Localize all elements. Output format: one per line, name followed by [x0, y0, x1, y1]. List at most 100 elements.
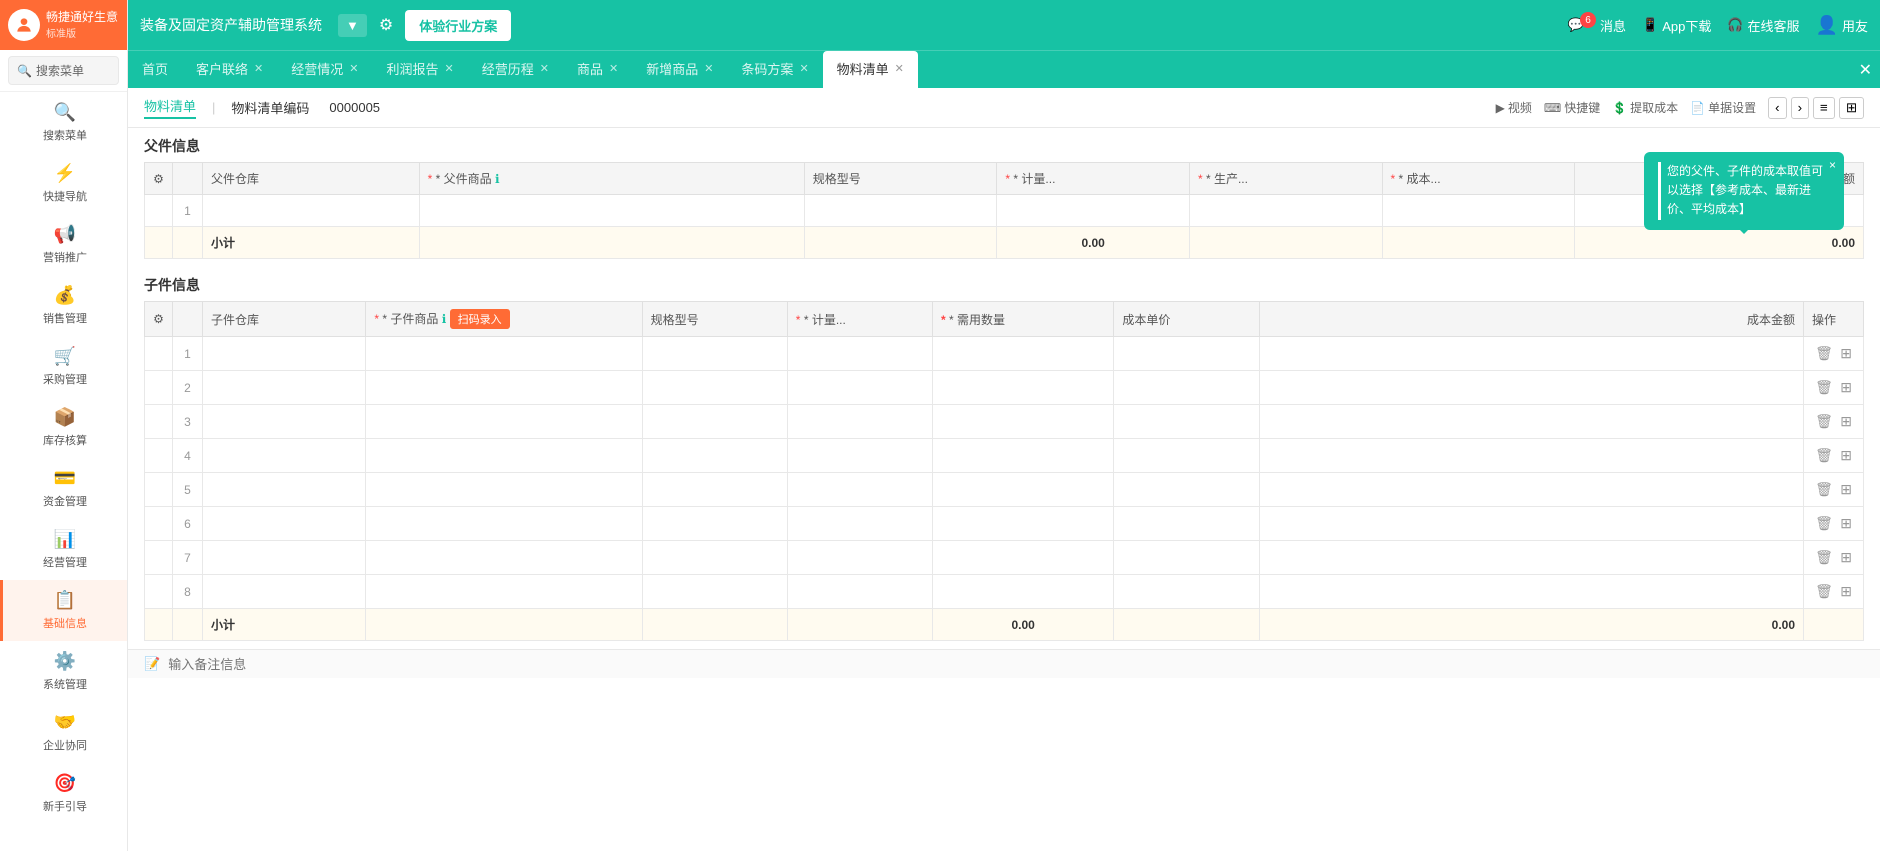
sidebar-item-purchase[interactable]: 🛒采购管理 [0, 336, 127, 397]
tab-close-goods[interactable]: ✕ [609, 62, 618, 75]
sidebar-item-quicknav[interactable]: ⚡快捷导航 [0, 153, 127, 214]
tab-close-operations[interactable]: ✕ [349, 62, 358, 75]
sidebar-item-search[interactable]: 🔍搜索菜单 [0, 92, 127, 153]
child-row1-unit-cost[interactable] [1114, 337, 1259, 371]
child-row5-quantity[interactable] [932, 473, 1113, 507]
child-row6-unit-cost[interactable] [1114, 507, 1259, 541]
app-download-btn[interactable]: 📱 App下载 [1642, 16, 1711, 35]
child-row8-goods[interactable] [366, 575, 642, 609]
sidebar-item-marketing[interactable]: 📢营销推广 [0, 214, 127, 275]
service-btn[interactable]: 🎧 在线客服 [1727, 16, 1799, 35]
child-row3-unit-cost[interactable] [1114, 405, 1259, 439]
scan-input-btn[interactable]: 扫码录入 [450, 309, 510, 329]
shortcut-btn[interactable]: ⌨ 快捷键 [1544, 99, 1600, 116]
cost-extract-btn[interactable]: 💲 提取成本 [1612, 99, 1678, 116]
child-row2-spec[interactable] [642, 371, 787, 405]
child-row2-unit[interactable] [787, 371, 932, 405]
tab-close-newgoods[interactable]: ✕ [704, 62, 713, 75]
sidebar-item-system[interactable]: ⚙️系统管理 [0, 641, 127, 702]
child-row1-warehouse[interactable] [203, 337, 366, 371]
search-menu-button[interactable]: 🔍 搜索菜单 [8, 56, 119, 85]
settings-icon[interactable]: ⚙ [153, 172, 164, 186]
tab-close-history[interactable]: ✕ [540, 62, 549, 75]
child-row3-copy-btn[interactable]: ⊞ [1838, 411, 1854, 432]
child-row7-spec[interactable] [642, 541, 787, 575]
child-row2-quantity[interactable] [932, 371, 1113, 405]
child-row1-copy-btn[interactable]: ⊞ [1838, 343, 1854, 364]
child-row6-copy-btn[interactable]: ⊞ [1838, 513, 1854, 534]
sidebar-item-sales[interactable]: 💰销售管理 [0, 275, 127, 336]
child-row5-spec[interactable] [642, 473, 787, 507]
tooltip-close-btn[interactable]: × [1829, 156, 1836, 175]
sidebar-item-enterprise[interactable]: 🤝企业协同 [0, 702, 127, 763]
breadcrumb-bom-list[interactable]: 物料清单 [144, 96, 196, 119]
nav-tab-profit[interactable]: 利润报告✕ [372, 51, 467, 88]
sidebar-item-guide[interactable]: 🎯新手引导 [0, 763, 127, 824]
child-row4-copy-btn[interactable]: ⊞ [1838, 445, 1854, 466]
child-row4-warehouse[interactable] [203, 439, 366, 473]
nav-tab-bom[interactable]: 物料清单✕ [823, 51, 918, 88]
nav-tab-operations[interactable]: 经营情况✕ [277, 51, 372, 88]
nav-tab-customers[interactable]: 客户联络✕ [182, 51, 277, 88]
child-row1-goods[interactable] [366, 337, 642, 371]
parent-row1-unit[interactable] [997, 195, 1190, 227]
child-row8-unit-cost[interactable] [1114, 575, 1259, 609]
child-row2-unit-cost[interactable] [1114, 371, 1259, 405]
child-row4-goods[interactable] [366, 439, 642, 473]
remark-input[interactable] [168, 657, 1864, 672]
child-row5-unit-cost[interactable] [1114, 473, 1259, 507]
child-row6-spec[interactable] [642, 507, 787, 541]
child-row4-spec[interactable] [642, 439, 787, 473]
child-row2-copy-btn[interactable]: ⊞ [1838, 377, 1854, 398]
child-row8-warehouse[interactable] [203, 575, 366, 609]
child-row1-unit[interactable] [787, 337, 932, 371]
child-row8-copy-btn[interactable]: ⊞ [1838, 581, 1854, 602]
child-row5-unit[interactable] [787, 473, 932, 507]
nav-tab-goods[interactable]: 商品✕ [563, 51, 632, 88]
grid-view-btn[interactable]: ≡ [1813, 97, 1835, 119]
child-row8-quantity[interactable] [932, 575, 1113, 609]
doc-settings-btn[interactable]: 📄 单据设置 [1690, 99, 1756, 116]
child-row6-goods[interactable] [366, 507, 642, 541]
child-row4-unit[interactable] [787, 439, 932, 473]
tab-close-bom[interactable]: ✕ [895, 62, 904, 75]
child-row1-delete-btn[interactable]: 🗑 [1813, 343, 1835, 364]
child-row2-goods[interactable] [366, 371, 642, 405]
child-row8-spec[interactable] [642, 575, 787, 609]
nav-tab-newgoods[interactable]: 新增商品✕ [632, 51, 727, 88]
child-row3-spec[interactable] [642, 405, 787, 439]
child-row7-copy-btn[interactable]: ⊞ [1838, 547, 1854, 568]
parent-row1-spec[interactable] [804, 195, 997, 227]
nav-prev-btn[interactable]: ‹ [1768, 97, 1786, 119]
child-row8-unit[interactable] [787, 575, 932, 609]
parent-row1-warehouse[interactable] [203, 195, 420, 227]
search-menu-btn[interactable]: 🔍 搜索菜单 [0, 50, 127, 92]
tab-close-barcode[interactable]: ✕ [799, 62, 808, 75]
trial-button[interactable]: 体验行业方案 [405, 10, 511, 41]
parent-row1-production[interactable] [1189, 195, 1382, 227]
child-row3-warehouse[interactable] [203, 405, 366, 439]
tab-close-profit[interactable]: ✕ [445, 62, 454, 75]
parent-row1-goods[interactable] [419, 195, 804, 227]
child-row5-goods[interactable] [366, 473, 642, 507]
nav-tab-history[interactable]: 经营历程✕ [468, 51, 563, 88]
video-btn[interactable]: ▶ 视频 [1496, 99, 1532, 116]
child-settings-icon[interactable]: ⚙ [153, 312, 164, 326]
child-row6-delete-btn[interactable]: 🗑 [1813, 513, 1835, 534]
child-row4-quantity[interactable] [932, 439, 1113, 473]
child-row3-goods[interactable] [366, 405, 642, 439]
system-dropdown[interactable]: ▼ [338, 14, 367, 37]
child-row2-warehouse[interactable] [203, 371, 366, 405]
child-row7-goods[interactable] [366, 541, 642, 575]
nav-tab-home[interactable]: 首页 [128, 51, 182, 88]
child-row5-copy-btn[interactable]: ⊞ [1838, 479, 1854, 500]
child-row1-spec[interactable] [642, 337, 787, 371]
child-row5-warehouse[interactable] [203, 473, 366, 507]
child-row4-unit-cost[interactable] [1114, 439, 1259, 473]
sidebar-item-inventory[interactable]: 📦库存核算 [0, 397, 127, 458]
child-row5-delete-btn[interactable]: 🗑 [1813, 479, 1835, 500]
child-row1-quantity[interactable] [932, 337, 1113, 371]
child-row8-delete-btn[interactable]: 🗑 [1813, 581, 1835, 602]
child-row3-unit[interactable] [787, 405, 932, 439]
nav-tab-barcode[interactable]: 条码方案✕ [727, 51, 822, 88]
